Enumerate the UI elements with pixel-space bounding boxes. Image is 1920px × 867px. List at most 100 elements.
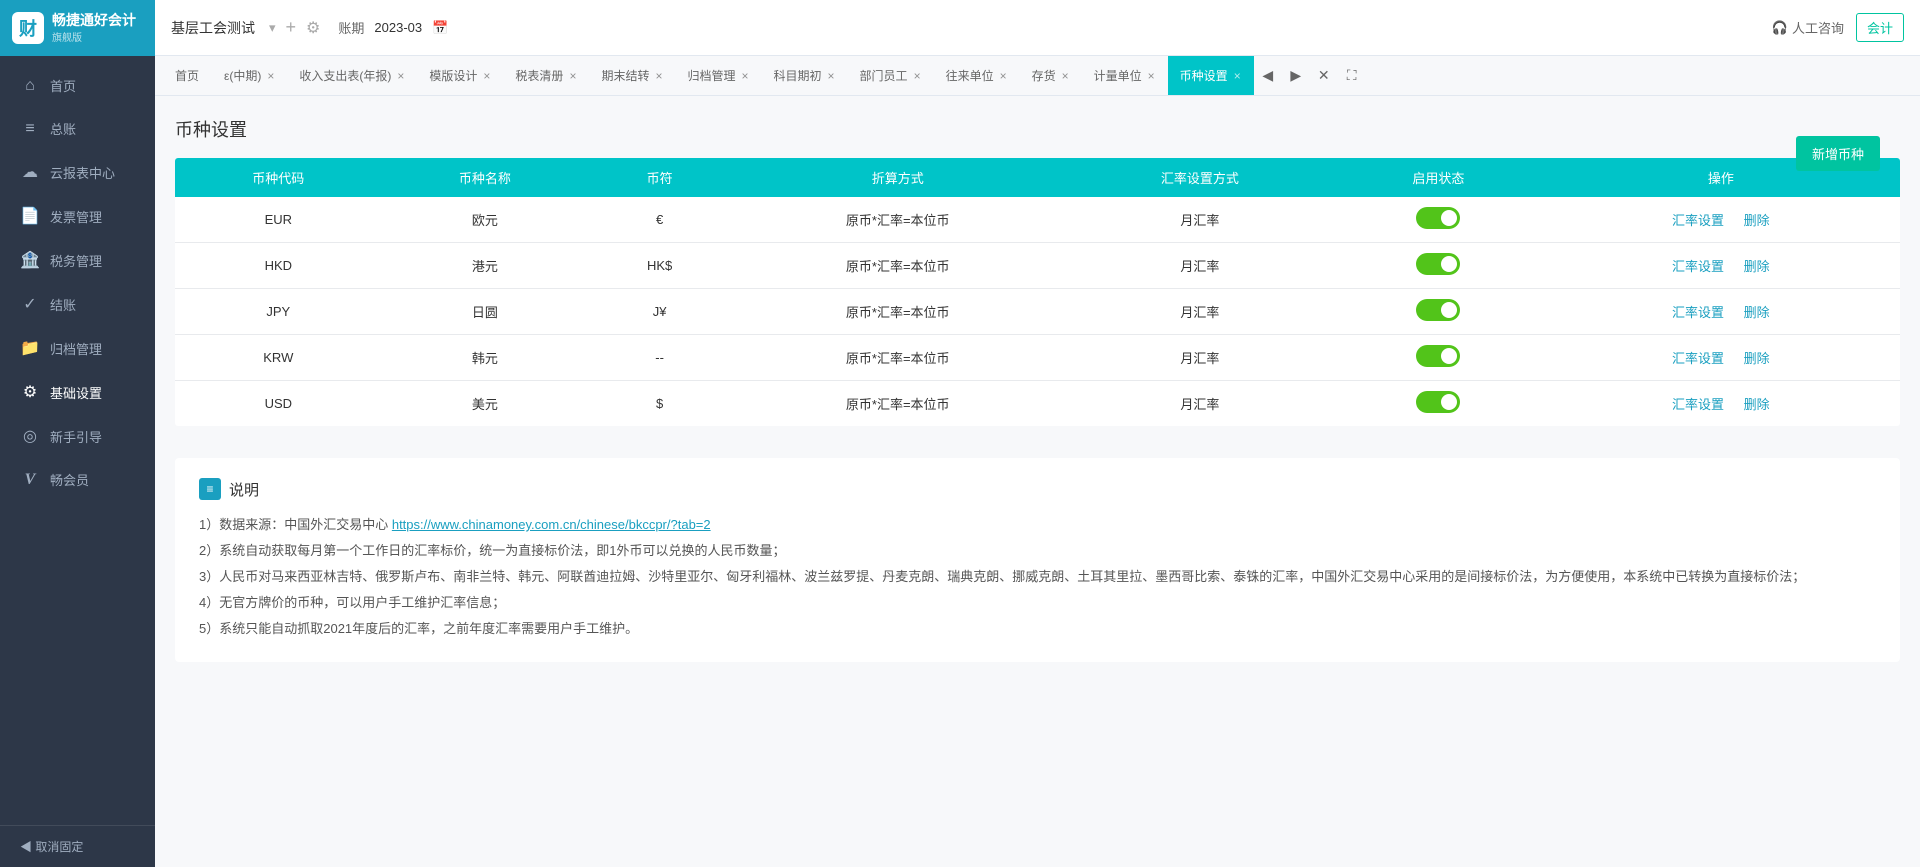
- reports-icon: ☁: [20, 162, 40, 182]
- period-label: 账期: [338, 18, 364, 37]
- tab-customer[interactable]: 往来单位 ×: [934, 56, 1020, 96]
- help-button[interactable]: 🎧 人工咨询: [1772, 18, 1844, 37]
- tab-archive-close[interactable]: ×: [742, 69, 749, 83]
- delete-link-4[interactable]: 删除: [1744, 397, 1770, 412]
- rate-setting-link-1[interactable]: 汇率设置: [1672, 259, 1724, 274]
- toggle-enabled-4[interactable]: [1416, 391, 1460, 413]
- tab-template[interactable]: 模版设计 ×: [417, 56, 503, 96]
- sidebar-item-invoice[interactable]: 📄 发票管理: [0, 194, 155, 238]
- delete-link-3[interactable]: 删除: [1744, 351, 1770, 366]
- tab-currency[interactable]: 币种设置 ×: [1168, 56, 1254, 96]
- app-sub: 旗舰版: [52, 29, 136, 44]
- ledger-icon: ≡: [20, 120, 40, 138]
- sidebar-label-reports: 云报表中心: [50, 163, 115, 182]
- tab-close-all-btn[interactable]: ✕: [1310, 62, 1338, 90]
- notice-list: 1）数据来源：中国外汇交易中心 https://www.chinamoney.c…: [199, 512, 1876, 642]
- notice-title-text: 说明: [229, 479, 259, 500]
- toggle-enabled-0[interactable]: [1416, 207, 1460, 229]
- logo-text-group: 畅捷通好会计 旗舰版: [52, 12, 136, 44]
- table-row: EUR 欧元 € 原币*汇率=本位币 月汇率 汇率设置 删除: [175, 197, 1900, 243]
- tab-dept[interactable]: 部门员工 ×: [848, 56, 934, 96]
- delete-link-1[interactable]: 删除: [1744, 259, 1770, 274]
- tab-subject-init[interactable]: 科目期初 ×: [762, 56, 848, 96]
- delete-link-0[interactable]: 删除: [1744, 213, 1770, 228]
- tab-tax-close[interactable]: ×: [569, 69, 576, 83]
- cell-status-0: [1335, 197, 1542, 243]
- rate-setting-link-0[interactable]: 汇率设置: [1672, 213, 1724, 228]
- rate-setting-link-2[interactable]: 汇率设置: [1672, 305, 1724, 320]
- tab-period-end-close[interactable]: ×: [655, 69, 662, 83]
- sidebar-item-member[interactable]: V 畅会员: [0, 458, 155, 501]
- tab-inventory[interactable]: 存货 ×: [1020, 56, 1082, 96]
- sidebar-item-settle[interactable]: ✓ 结账: [0, 282, 155, 326]
- tab-tax[interactable]: 税表清册 ×: [503, 56, 589, 96]
- sidebar-item-tax[interactable]: 🏦 税务管理: [0, 238, 155, 282]
- sidebar-item-ledger[interactable]: ≡ 总账: [0, 107, 155, 150]
- sidebar-unpin[interactable]: ◀ 取消固定: [0, 825, 155, 867]
- rate-setting-link-4[interactable]: 汇率设置: [1672, 397, 1724, 412]
- tab-home[interactable]: 首页: [163, 56, 212, 96]
- app-name: 畅捷通好会计: [52, 12, 136, 29]
- table-row: JPY 日圆 J¥ 原币*汇率=本位币 月汇率 汇率设置 删除: [175, 289, 1900, 335]
- tab-unit-close[interactable]: ×: [1148, 69, 1155, 83]
- tab-income-close[interactable]: ×: [397, 69, 404, 83]
- notice-item: 5）系统只能自动抓取2021年度后的汇率，之前年度汇率需要用户手工维护。: [199, 616, 1876, 642]
- settle-icon: ✓: [20, 294, 40, 314]
- cell-status-3: [1335, 335, 1542, 381]
- sidebar-item-reports[interactable]: ☁ 云报表中心: [0, 150, 155, 194]
- tab-unit[interactable]: 计量单位 ×: [1082, 56, 1168, 96]
- toggle-enabled-3[interactable]: [1416, 345, 1460, 367]
- tab-archive[interactable]: 归档管理 ×: [675, 56, 761, 96]
- tab-subject-init-label: 科目期初: [774, 67, 822, 84]
- invoice-icon: 📄: [20, 206, 40, 226]
- sidebar-item-home[interactable]: ⌂ 首页: [0, 64, 155, 107]
- tab-period-end[interactable]: 期末结转 ×: [589, 56, 675, 96]
- cell-rate-method-3: 月汇率: [1065, 335, 1336, 381]
- cell-calc-1: 原币*汇率=本位币: [731, 243, 1065, 289]
- cell-calc-2: 原币*汇率=本位币: [731, 289, 1065, 335]
- sidebar-item-settings[interactable]: ⚙ 基础设置: [0, 370, 155, 414]
- tab-inventory-close[interactable]: ×: [1062, 69, 1069, 83]
- delete-link-2[interactable]: 删除: [1744, 305, 1770, 320]
- notice-link[interactable]: https://www.chinamoney.com.cn/chinese/bk…: [392, 517, 711, 532]
- tab-expand-btn[interactable]: ⛶: [1338, 62, 1366, 90]
- tab-customer-close[interactable]: ×: [1000, 69, 1007, 83]
- tab-currency-close[interactable]: ×: [1234, 69, 1241, 83]
- tab-template-close[interactable]: ×: [483, 69, 490, 83]
- company-name: 基层工会测试: [171, 18, 255, 38]
- company-dropdown-btn[interactable]: ▾: [269, 20, 276, 36]
- topbar-settings-btn[interactable]: ⚙: [306, 18, 320, 38]
- table-row: USD 美元 $ 原币*汇率=本位币 月汇率 汇率设置 删除: [175, 381, 1900, 427]
- tab-customer-label: 往来单位: [946, 67, 994, 84]
- tab-subject-init-close[interactable]: ×: [828, 69, 835, 83]
- help-label: 人工咨询: [1792, 18, 1844, 37]
- sidebar-item-archive[interactable]: 📁 归档管理: [0, 326, 155, 370]
- tab-balance-close[interactable]: ×: [267, 69, 274, 83]
- col-symbol: 币符: [588, 158, 731, 197]
- rate-setting-link-3[interactable]: 汇率设置: [1672, 351, 1724, 366]
- add-company-btn[interactable]: +: [286, 17, 297, 38]
- tab-balance[interactable]: ε(中期) ×: [212, 56, 287, 96]
- tab-balance-label: ε(中期): [224, 67, 261, 84]
- notice-item: 3）人民币对马来西亚林吉特、俄罗斯卢布、南非兰特、韩元、阿联酋迪拉姆、沙特里亚尔…: [199, 564, 1876, 590]
- logo-icon: 财: [12, 12, 44, 44]
- tab-next-btn[interactable]: ▶: [1282, 62, 1310, 90]
- page-title: 币种设置: [175, 116, 1900, 142]
- toggle-enabled-2[interactable]: [1416, 299, 1460, 321]
- toggle-enabled-1[interactable]: [1416, 253, 1460, 275]
- cell-actions-1: 汇率设置 删除: [1542, 243, 1900, 289]
- topbar-right: 🎧 人工咨询 会计: [1772, 13, 1904, 42]
- calendar-icon[interactable]: 📅: [432, 20, 448, 36]
- archive-icon: 📁: [20, 338, 40, 358]
- cell-name-0: 欧元: [382, 197, 589, 243]
- guide-icon: ◎: [20, 426, 40, 446]
- new-currency-btn[interactable]: 新增币种: [1796, 136, 1880, 171]
- account-label: 会计: [1867, 21, 1893, 36]
- tab-prev-btn[interactable]: ◀: [1254, 62, 1282, 90]
- table-row: KRW 韩元 -- 原币*汇率=本位币 月汇率 汇率设置 删除: [175, 335, 1900, 381]
- topbar: 基层工会测试 ▾ + ⚙ 账期 2023-03 📅 🎧 人工咨询 会计: [155, 0, 1920, 56]
- sidebar-item-guide[interactable]: ◎ 新手引导: [0, 414, 155, 458]
- tab-dept-close[interactable]: ×: [914, 69, 921, 83]
- tab-income[interactable]: 收入支出表(年报) ×: [287, 56, 417, 96]
- account-button[interactable]: 会计: [1856, 13, 1904, 42]
